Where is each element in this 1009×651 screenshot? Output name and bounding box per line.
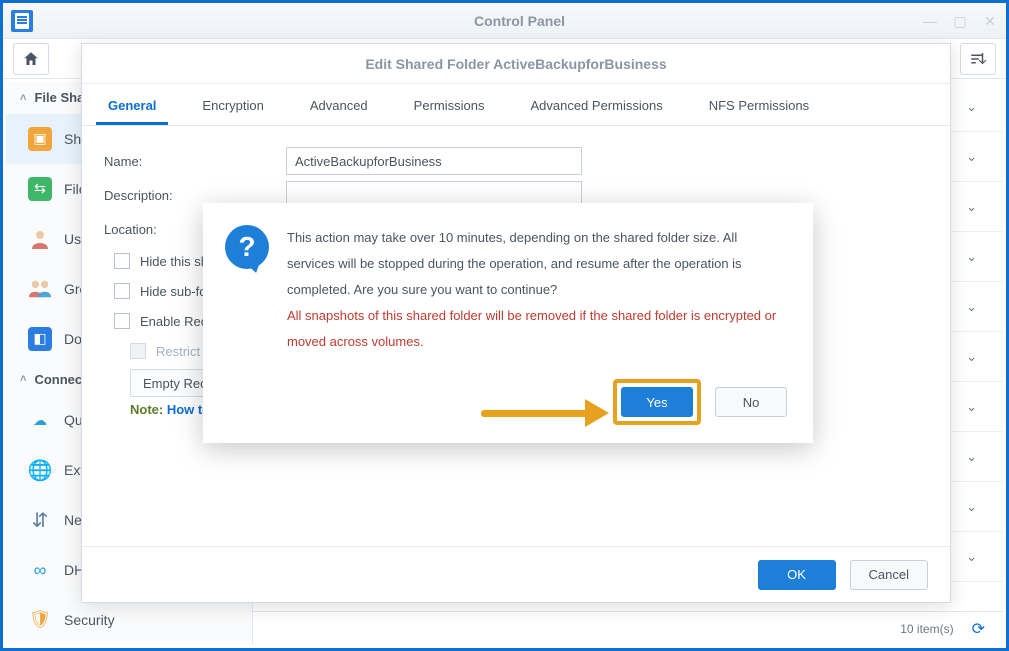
dialog-title: Edit Shared Folder ActiveBackupforBusine… bbox=[82, 44, 950, 84]
hide-subfolders-checkbox[interactable] bbox=[114, 283, 130, 299]
tab-general[interactable]: General bbox=[96, 88, 168, 125]
tab-permissions[interactable]: Permissions bbox=[402, 88, 497, 125]
enable-recycle-checkbox[interactable] bbox=[114, 313, 130, 329]
domain-icon: ◧ bbox=[28, 327, 52, 351]
tab-advanced[interactable]: Advanced bbox=[298, 88, 380, 125]
note-label: Note: bbox=[130, 402, 163, 417]
no-button[interactable]: No bbox=[715, 387, 787, 417]
question-icon: ? bbox=[225, 225, 269, 269]
dialog-tabs: General Encryption Advanced Permissions … bbox=[82, 84, 950, 126]
confirm-message: This action may take over 10 minutes, de… bbox=[287, 225, 787, 303]
restrict-admin-checkbox bbox=[130, 343, 146, 359]
reload-icon[interactable]: ⟳ bbox=[972, 619, 985, 639]
sort-icon bbox=[969, 50, 987, 68]
chevron-down-icon: ⌄ bbox=[966, 399, 977, 415]
network-icon: ⇵ bbox=[28, 508, 52, 532]
ok-button[interactable]: OK bbox=[758, 560, 836, 590]
app-icon bbox=[11, 10, 33, 32]
close-icon[interactable]: ✕ bbox=[982, 13, 998, 30]
file-icon: ⇆ bbox=[28, 177, 52, 201]
control-panel-window: Control Panel — ▢ ✕ ˄ File Sharing ▣ Sha… bbox=[0, 0, 1009, 651]
sidebar-item-label: Security bbox=[64, 612, 115, 628]
chevron-down-icon: ⌄ bbox=[966, 499, 977, 515]
folder-icon: ▣ bbox=[28, 127, 52, 151]
chevron-up-icon: ˄ bbox=[20, 373, 26, 385]
hide-folder-checkbox[interactable] bbox=[114, 253, 130, 269]
chevron-down-icon: ⌄ bbox=[966, 99, 977, 115]
globe-icon: 🌐 bbox=[28, 458, 52, 482]
cloud-icon: ☁ bbox=[28, 408, 52, 432]
name-label: Name: bbox=[104, 154, 286, 169]
chevron-down-icon: ⌄ bbox=[966, 549, 977, 565]
confirm-warning: All snapshots of this shared folder will… bbox=[287, 303, 787, 355]
tab-nfs-permissions[interactable]: NFS Permissions bbox=[697, 88, 821, 125]
maximize-icon[interactable]: ▢ bbox=[952, 13, 968, 30]
chevron-down-icon: ⌄ bbox=[966, 349, 977, 365]
titlebar: Control Panel — ▢ ✕ bbox=[3, 3, 1006, 39]
window-title: Control Panel bbox=[33, 13, 1006, 29]
status-bar: 10 item(s) ⟳ bbox=[253, 611, 1003, 645]
description-label: Description: bbox=[104, 188, 286, 203]
dhcp-icon: ∞ bbox=[28, 558, 52, 582]
minimize-icon[interactable]: — bbox=[922, 13, 938, 29]
sort-button[interactable] bbox=[960, 43, 996, 75]
chevron-down-icon: ⌄ bbox=[966, 249, 977, 265]
chevron-down-icon: ⌄ bbox=[966, 299, 977, 315]
chevron-down-icon: ⌄ bbox=[966, 449, 977, 465]
confirm-dialog: ? This action may take over 10 minutes, … bbox=[203, 203, 813, 443]
user-icon bbox=[28, 227, 52, 251]
name-input[interactable] bbox=[286, 147, 582, 175]
cancel-button[interactable]: Cancel bbox=[850, 560, 928, 590]
tab-encryption[interactable]: Encryption bbox=[190, 88, 275, 125]
group-icon bbox=[28, 277, 52, 301]
chevron-up-icon: ˄ bbox=[20, 92, 26, 104]
focus-highlight: Yes bbox=[613, 379, 701, 425]
shield-icon: 🛡 bbox=[28, 608, 52, 632]
chevron-down-icon: ⌄ bbox=[966, 149, 977, 165]
yes-button[interactable]: Yes bbox=[621, 387, 693, 417]
home-button[interactable] bbox=[13, 43, 49, 75]
chevron-down-icon: ⌄ bbox=[966, 199, 977, 215]
tab-advanced-permissions[interactable]: Advanced Permissions bbox=[518, 88, 674, 125]
home-icon bbox=[22, 50, 40, 68]
item-count: 10 item(s) bbox=[900, 622, 953, 636]
